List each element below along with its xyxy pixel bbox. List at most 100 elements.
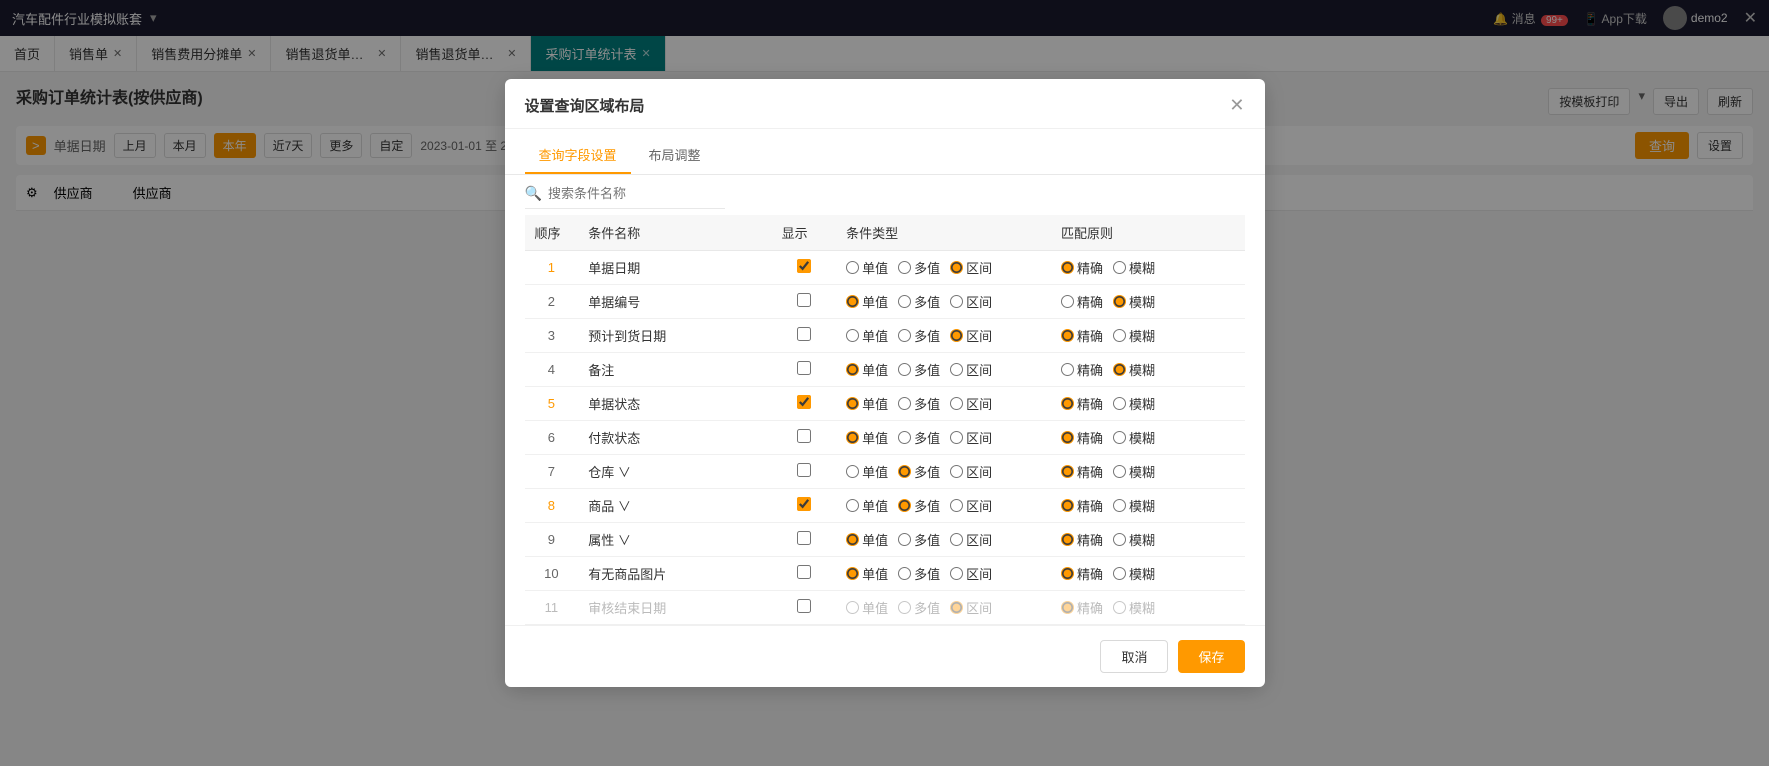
match-radio-10-1[interactable]: 模糊 <box>1113 598 1155 617</box>
row-display-4[interactable] <box>772 387 836 421</box>
match-radio-5-0[interactable]: 精确 <box>1061 428 1103 447</box>
row-display-8[interactable] <box>772 523 836 557</box>
display-checkbox-input-0[interactable] <box>797 259 811 273</box>
row-type-8[interactable]: 单值多值区间 <box>836 523 1051 557</box>
type-radio-input-3-0[interactable] <box>846 363 859 376</box>
display-checkbox-input-1[interactable] <box>797 293 811 307</box>
match-radio-3-0[interactable]: 精确 <box>1061 360 1103 379</box>
dialog-close-btn[interactable]: ✕ <box>1229 95 1244 116</box>
match-radio-input-7-0[interactable] <box>1061 499 1074 512</box>
type-radio-8-1[interactable]: 多值 <box>898 530 940 549</box>
row-type-0[interactable]: 单值多值区间 <box>836 251 1051 285</box>
tab-query-fields[interactable]: 查询字段设置 <box>525 139 631 174</box>
display-checkbox-input-9[interactable] <box>797 565 811 579</box>
match-radio-input-10-1[interactable] <box>1113 601 1126 614</box>
type-radio-4-0[interactable]: 单值 <box>846 394 888 413</box>
type-radio-input-5-2[interactable] <box>950 431 963 444</box>
type-radio-input-8-1[interactable] <box>898 533 911 546</box>
type-radio-input-7-1[interactable] <box>898 499 911 512</box>
type-radio-input-1-1[interactable] <box>898 295 911 308</box>
row-type-1[interactable]: 单值多值区间 <box>836 285 1051 319</box>
type-radio-input-3-1[interactable] <box>898 363 911 376</box>
row-display-9[interactable] <box>772 557 836 591</box>
display-checkbox-input-8[interactable] <box>797 531 811 545</box>
match-radio-input-0-1[interactable] <box>1113 261 1126 274</box>
match-radio-1-0[interactable]: 精确 <box>1061 292 1103 311</box>
row-type-9[interactable]: 单值多值区间 <box>836 557 1051 591</box>
type-radio-input-0-0[interactable] <box>846 261 859 274</box>
match-radio-input-4-1[interactable] <box>1113 397 1126 410</box>
match-radio-input-1-1[interactable] <box>1113 295 1126 308</box>
type-radio-3-1[interactable]: 多值 <box>898 360 940 379</box>
type-radio-4-1[interactable]: 多值 <box>898 394 940 413</box>
save-button[interactable]: 保存 <box>1178 640 1244 673</box>
search-input[interactable] <box>548 186 708 201</box>
type-radio-input-6-1[interactable] <box>898 465 911 478</box>
match-radio-6-0[interactable]: 精确 <box>1061 462 1103 481</box>
type-radio-9-2[interactable]: 区间 <box>950 564 992 583</box>
row-match-3[interactable]: 精确模糊 <box>1051 353 1244 387</box>
display-checkbox-input-3[interactable] <box>797 361 811 375</box>
row-display-3[interactable] <box>772 353 836 387</box>
match-radio-input-7-1[interactable] <box>1113 499 1126 512</box>
row-type-6[interactable]: 单值多值区间 <box>836 455 1051 489</box>
type-radio-5-1[interactable]: 多值 <box>898 428 940 447</box>
type-radio-input-3-2[interactable] <box>950 363 963 376</box>
row-display-6[interactable] <box>772 455 836 489</box>
display-checkbox-input-4[interactable] <box>797 395 811 409</box>
match-radio-input-8-1[interactable] <box>1113 533 1126 546</box>
type-radio-input-10-0[interactable] <box>846 601 859 614</box>
match-radio-7-1[interactable]: 模糊 <box>1113 496 1155 515</box>
row-display-7[interactable] <box>772 489 836 523</box>
match-radio-input-1-0[interactable] <box>1061 295 1074 308</box>
type-radio-input-8-2[interactable] <box>950 533 963 546</box>
match-radio-input-3-0[interactable] <box>1061 363 1074 376</box>
display-checkbox-8[interactable] <box>797 533 811 548</box>
display-checkbox-input-2[interactable] <box>797 327 811 341</box>
type-radio-3-0[interactable]: 单值 <box>846 360 888 379</box>
type-radio-input-10-2[interactable] <box>950 601 963 614</box>
type-radio-1-1[interactable]: 多值 <box>898 292 940 311</box>
type-radio-5-0[interactable]: 单值 <box>846 428 888 447</box>
type-radio-9-1[interactable]: 多值 <box>898 564 940 583</box>
display-checkbox-0[interactable] <box>797 261 811 276</box>
row-match-4[interactable]: 精确模糊 <box>1051 387 1244 421</box>
type-radio-7-0[interactable]: 单值 <box>846 496 888 515</box>
row-match-6[interactable]: 精确模糊 <box>1051 455 1244 489</box>
display-checkbox-3[interactable] <box>797 363 811 378</box>
match-radio-2-0[interactable]: 精确 <box>1061 326 1103 345</box>
type-radio-input-7-0[interactable] <box>846 499 859 512</box>
type-radio-1-0[interactable]: 单值 <box>846 292 888 311</box>
display-checkbox-input-6[interactable] <box>797 463 811 477</box>
match-radio-5-1[interactable]: 模糊 <box>1113 428 1155 447</box>
display-checkbox-6[interactable] <box>797 465 811 480</box>
type-radio-10-2[interactable]: 区间 <box>950 598 992 617</box>
type-radio-input-2-1[interactable] <box>898 329 911 342</box>
row-display-10[interactable] <box>772 591 836 625</box>
type-radio-8-2[interactable]: 区间 <box>950 530 992 549</box>
match-radio-3-1[interactable]: 模糊 <box>1113 360 1155 379</box>
type-radio-input-1-0[interactable] <box>846 295 859 308</box>
match-radio-input-6-1[interactable] <box>1113 465 1126 478</box>
type-radio-7-1[interactable]: 多值 <box>898 496 940 515</box>
match-radio-1-1[interactable]: 模糊 <box>1113 292 1155 311</box>
match-radio-10-0[interactable]: 精确 <box>1061 598 1103 617</box>
match-radio-0-1[interactable]: 模糊 <box>1113 258 1155 277</box>
type-radio-input-1-2[interactable] <box>950 295 963 308</box>
display-checkbox-input-5[interactable] <box>797 429 811 443</box>
row-match-7[interactable]: 精确模糊 <box>1051 489 1244 523</box>
type-radio-9-0[interactable]: 单值 <box>846 564 888 583</box>
type-radio-input-9-2[interactable] <box>950 567 963 580</box>
type-radio-input-9-0[interactable] <box>846 567 859 580</box>
type-radio-input-5-1[interactable] <box>898 431 911 444</box>
match-radio-input-5-1[interactable] <box>1113 431 1126 444</box>
type-radio-3-2[interactable]: 区间 <box>950 360 992 379</box>
display-checkbox-2[interactable] <box>797 329 811 344</box>
row-type-10[interactable]: 单值多值区间 <box>836 591 1051 625</box>
row-display-5[interactable] <box>772 421 836 455</box>
row-display-0[interactable] <box>772 251 836 285</box>
match-radio-input-0-0[interactable] <box>1061 261 1074 274</box>
type-radio-2-2[interactable]: 区间 <box>950 326 992 345</box>
display-checkbox-7[interactable] <box>797 499 811 514</box>
row-match-1[interactable]: 精确模糊 <box>1051 285 1244 319</box>
